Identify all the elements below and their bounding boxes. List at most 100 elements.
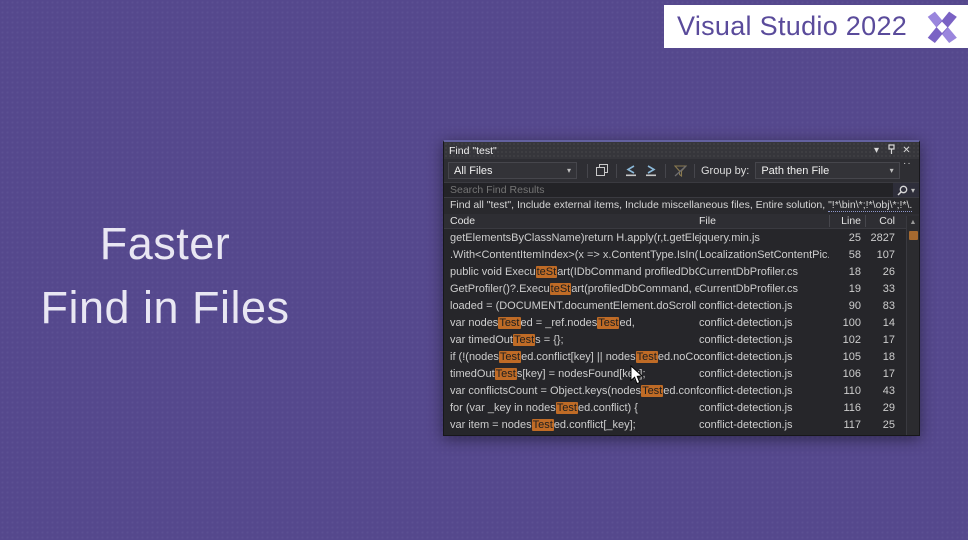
result-code: var conflictsCount = Object.keys(nodesTe… xyxy=(444,385,699,397)
result-row[interactable]: timedOutTests[key] = nodesFound[key];con… xyxy=(444,365,919,382)
result-line: 58 xyxy=(829,249,865,261)
match-highlight: Test xyxy=(532,419,554,431)
group-by-dropdown[interactable]: Path then File ▾ xyxy=(755,162,899,179)
result-col: 14 xyxy=(865,317,901,329)
scope-dropdown-value: All Files xyxy=(454,165,493,177)
result-code: timedOutTests[key] = nodesFound[key]; xyxy=(444,368,699,380)
search-options-chevron-icon[interactable]: ▾ xyxy=(911,186,915,195)
result-col: 107 xyxy=(865,249,901,261)
result-row[interactable]: loaded = (DOCUMENT.documentElement.doScr… xyxy=(444,297,919,314)
match-highlight: teSt xyxy=(536,266,558,278)
headline: Faster Find in Files xyxy=(0,212,330,340)
exclusion-pattern-link[interactable]: "!*\bin\*;!*\obj\*;!*\. xyxy=(828,199,912,212)
column-header-col[interactable]: Col xyxy=(865,215,901,227)
result-row[interactable]: .With<ContentItemIndex>(x => x.ContentTy… xyxy=(444,246,919,263)
result-file: CurrentDbProfiler.cs xyxy=(699,283,829,295)
find-summary: Find all "test", Include external items,… xyxy=(444,198,919,214)
close-icon[interactable]: ✕ xyxy=(899,145,914,156)
results-header: Code File Line Col xyxy=(444,214,919,229)
result-row[interactable]: var nodesTested = _ref.nodesTested,confl… xyxy=(444,314,919,331)
result-col: 25 xyxy=(865,419,901,431)
result-code: .With<ContentItemIndex>(x => x.ContentTy… xyxy=(444,249,699,261)
copy-results-icon[interactable] xyxy=(592,161,612,180)
result-code: var timedOutTests = {}; xyxy=(444,334,699,346)
match-highlight: Test xyxy=(556,402,578,414)
column-header-code[interactable]: Code xyxy=(444,215,699,227)
find-results-panel: Find "test" ▾ ✕ All Files ▾ xyxy=(443,140,920,436)
vs-2022-badge: Visual Studio 2022 xyxy=(664,5,968,48)
result-col: 43 xyxy=(865,385,901,397)
result-line: 102 xyxy=(829,334,865,346)
result-file: LocalizationSetContentPic... xyxy=(699,249,829,261)
toolbar-separator xyxy=(616,164,617,178)
toolbar-separator xyxy=(665,164,666,178)
result-code: loaded = (DOCUMENT.documentElement.doScr… xyxy=(444,300,699,312)
search-find-results-input[interactable] xyxy=(444,183,893,197)
group-by-value: Path then File xyxy=(761,165,829,177)
column-header-line[interactable]: Line xyxy=(829,215,865,227)
result-line: 106 xyxy=(829,368,865,380)
match-highlight: Test xyxy=(597,317,619,329)
result-code: var item = nodesTested.conflict[_key]; xyxy=(444,419,699,431)
match-highlight: Test xyxy=(498,317,520,329)
result-row[interactable]: var conflictsCount = Object.keys(nodesTe… xyxy=(444,382,919,399)
window-position-chevron-icon[interactable]: ▾ xyxy=(869,145,884,156)
result-line: 110 xyxy=(829,385,865,397)
scrollbar-thumb[interactable] xyxy=(909,231,918,240)
result-row[interactable]: public void ExecuteStart(IDbCommand prof… xyxy=(444,263,919,280)
column-header-file[interactable]: File xyxy=(699,215,829,227)
headline-line2: Find in Files xyxy=(0,276,330,340)
panel-titlebar[interactable]: Find "test" ▾ ✕ xyxy=(444,142,919,159)
result-code: for (var _key in nodesTested.conflict) { xyxy=(444,402,699,414)
result-code: if (!(nodesTested.conflict[key] || nodes… xyxy=(444,351,699,363)
match-highlight: Test xyxy=(636,351,658,363)
result-file: conflict-detection.js xyxy=(699,351,829,363)
result-file: conflict-detection.js xyxy=(699,334,829,346)
next-location-icon[interactable] xyxy=(641,161,661,180)
scroll-up-icon[interactable]: ▲ xyxy=(910,216,917,229)
result-file: CurrentDbProfiler.cs xyxy=(699,266,829,278)
result-line: 116 xyxy=(829,402,865,414)
search-row: ▾ xyxy=(444,182,919,198)
result-file: conflict-detection.js xyxy=(699,368,829,380)
result-row[interactable]: getElementsByClassName)return H.apply(r,… xyxy=(444,229,919,246)
result-line: 100 xyxy=(829,317,865,329)
result-row[interactable]: var timedOutTests = {};conflict-detectio… xyxy=(444,331,919,348)
result-code: public void ExecuteStart(IDbCommand prof… xyxy=(444,266,699,278)
result-line: 18 xyxy=(829,266,865,278)
pin-icon[interactable] xyxy=(884,144,899,158)
scope-dropdown[interactable]: All Files ▾ xyxy=(448,162,577,179)
result-code: var nodesTested = _ref.nodesTested, xyxy=(444,317,699,329)
result-file: conflict-detection.js xyxy=(699,385,829,397)
page-background: Visual Studio 2022 Faster Find in Files … xyxy=(0,0,968,540)
search-buttons[interactable]: ▾ xyxy=(893,183,919,197)
result-col: 2827 xyxy=(865,232,901,244)
result-row[interactable]: GetProfiler()?.ExecuteStart(profiledDbCo… xyxy=(444,280,919,297)
visual-studio-logo-icon xyxy=(923,9,961,45)
result-line: 19 xyxy=(829,283,865,295)
result-col: 29 xyxy=(865,402,901,414)
search-icon[interactable] xyxy=(897,185,908,196)
result-file: conflict-detection.js xyxy=(699,419,829,431)
vertical-scrollbar[interactable]: ▲ xyxy=(906,216,919,435)
match-highlight: teSt xyxy=(550,283,572,295)
result-line: 90 xyxy=(829,300,865,312)
result-col: 33 xyxy=(865,283,901,295)
previous-location-icon[interactable] xyxy=(621,161,641,180)
match-highlight: Test xyxy=(641,385,663,397)
match-highlight: Test xyxy=(495,368,517,380)
result-row[interactable]: var item = nodesTested.conflict[_key];co… xyxy=(444,416,919,433)
find-summary-text: Find all "test", Include external items,… xyxy=(450,199,828,211)
result-row[interactable]: for (var _key in nodesTested.conflict) {… xyxy=(444,399,919,416)
result-row[interactable]: if (!(nodesTested.conflict[key] || nodes… xyxy=(444,348,919,365)
match-highlight: Test xyxy=(513,334,535,346)
result-code: getElementsByClassName)return H.apply(r,… xyxy=(444,232,699,244)
result-file: conflict-detection.js xyxy=(699,317,829,329)
result-file: jquery.min.js xyxy=(699,232,829,244)
chevron-down-icon: ▾ xyxy=(884,166,894,175)
toolbar-overflow-button[interactable]: ·· xyxy=(900,159,915,169)
panel-toolbar: All Files ▾ Group by: Path then File xyxy=(444,159,919,182)
toolbar-separator xyxy=(587,164,588,178)
chevron-down-icon: ▾ xyxy=(561,166,571,175)
clear-filter-icon[interactable] xyxy=(670,161,690,180)
